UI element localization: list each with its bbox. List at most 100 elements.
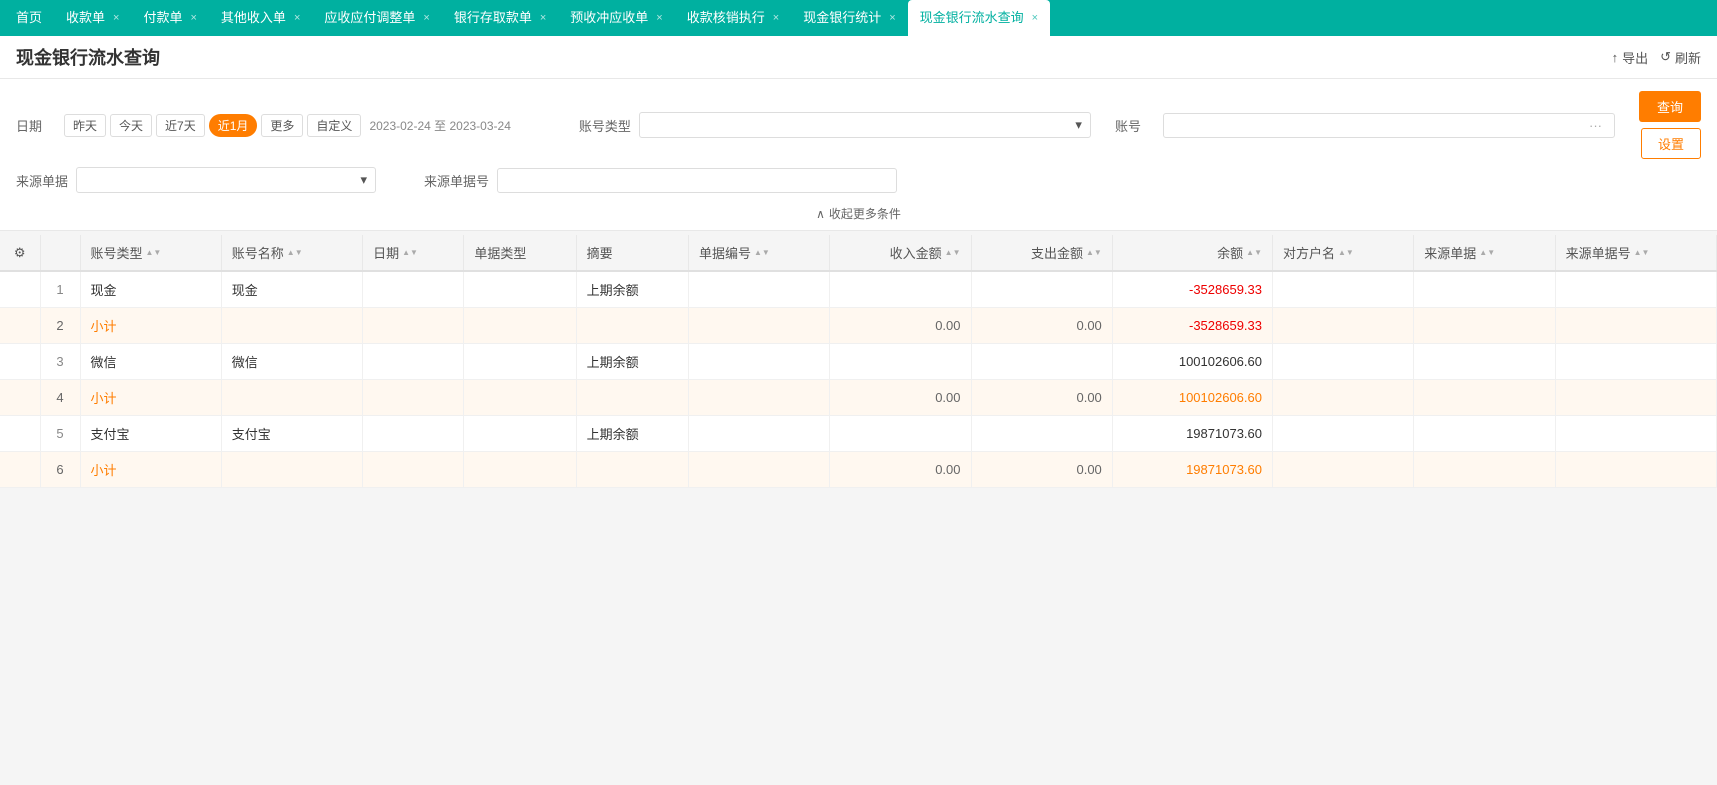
close-icon[interactable]: ×: [773, 0, 779, 36]
source-doc-dropdown-icon: ▾: [360, 172, 367, 188]
sort-expense: ▲▼: [1086, 249, 1102, 257]
close-icon[interactable]: ×: [423, 0, 429, 36]
filter-area: 日期 昨天 今天 近7天 近1月 更多 自定义 2023-02-24 至 202…: [0, 79, 1717, 231]
account-no-label: 账号: [1115, 116, 1155, 135]
row-balance: -3528659.33: [1112, 308, 1272, 344]
nav-item-银行存取款单[interactable]: 银行存取款单×: [442, 0, 558, 36]
th-income[interactable]: 收入金额▲▼: [830, 235, 971, 271]
nav-item-首页[interactable]: 首页: [4, 0, 54, 36]
date-btn-7days[interactable]: 近7天: [156, 114, 205, 137]
row-summary: 上期余额: [576, 416, 688, 452]
date-buttons: 昨天 今天 近7天 近1月 更多 自定义 2023-02-24 至 2023-0…: [64, 114, 511, 137]
row-doc-no: [688, 344, 829, 380]
nav-item-付款单[interactable]: 付款单×: [131, 0, 208, 36]
refresh-button[interactable]: ↺ 刷新: [1660, 48, 1701, 67]
nav-item-收款单[interactable]: 收款单×: [54, 0, 131, 36]
row-num: 6: [40, 452, 80, 488]
date-label: 日期: [16, 116, 56, 135]
row-source-doc: [1414, 452, 1555, 488]
sort-source-doc: ▲▼: [1479, 249, 1495, 257]
row-num: 2: [40, 308, 80, 344]
th-doc-type[interactable]: 单据类型: [464, 235, 576, 271]
account-type-select[interactable]: ▾: [639, 112, 1091, 138]
header-actions: ↑ 导出 ↺ 刷新: [1612, 48, 1701, 67]
row-gear-cell: [0, 416, 40, 452]
date-btn-yesterday[interactable]: 昨天: [64, 114, 106, 137]
source-doc-no-input[interactable]: [497, 168, 897, 193]
close-icon[interactable]: ×: [540, 0, 546, 36]
row-date: [363, 452, 464, 488]
row-num: 5: [40, 416, 80, 452]
close-icon[interactable]: ×: [656, 0, 662, 36]
row-source-doc-no: [1555, 271, 1716, 308]
row-counterparty: [1273, 308, 1414, 344]
row-date: [363, 344, 464, 380]
th-balance[interactable]: 余额▲▼: [1112, 235, 1272, 271]
th-doc-no[interactable]: 单据编号▲▼: [688, 235, 829, 271]
nav-item-应收应付调整单[interactable]: 应收应付调整单×: [312, 0, 441, 36]
date-range-text: 2023-02-24 至 2023-03-24: [369, 117, 510, 134]
refresh-icon: ↺: [1660, 49, 1671, 65]
query-button[interactable]: 查询: [1639, 91, 1701, 122]
table-row: 6 小计 0.00 0.00 19871073.60: [0, 452, 1717, 488]
nav-item-预收冲应收单[interactable]: 预收冲应收单×: [558, 0, 674, 36]
date-btn-today[interactable]: 今天: [110, 114, 152, 137]
th-summary[interactable]: 摘要: [576, 235, 688, 271]
row-gear-cell: [0, 380, 40, 416]
date-btn-1month[interactable]: 近1月: [209, 114, 258, 137]
row-doc-type: [464, 344, 576, 380]
settings-button[interactable]: 设置: [1641, 128, 1701, 159]
data-table: ⚙ 账号类型▲▼ 账号名称▲▼ 日期▲▼ 单据类型 摘要 单据编号▲▼: [0, 235, 1717, 488]
row-summary: [576, 452, 688, 488]
sort-date: ▲▼: [402, 249, 418, 257]
page-title: 现金银行流水查询: [16, 44, 160, 70]
th-account-type[interactable]: 账号类型▲▼: [80, 235, 221, 271]
row-balance: 100102606.60: [1112, 344, 1272, 380]
row-summary: 上期余额: [576, 271, 688, 308]
row-doc-type: [464, 416, 576, 452]
row-gear-cell: [0, 308, 40, 344]
th-gear[interactable]: ⚙: [0, 235, 40, 271]
close-icon[interactable]: ×: [294, 0, 300, 36]
row-counterparty: [1273, 452, 1414, 488]
nav-item-现金银行统计[interactable]: 现金银行统计×: [791, 0, 907, 36]
th-counterparty[interactable]: 对方户名▲▼: [1273, 235, 1414, 271]
row-doc-type: [464, 308, 576, 344]
sort-account-type: ▲▼: [146, 249, 162, 257]
row-account-type: 微信: [80, 344, 221, 380]
row-account-type: 现金: [80, 271, 221, 308]
th-source-doc-no[interactable]: 来源单据号▲▼: [1555, 235, 1716, 271]
close-icon[interactable]: ×: [889, 0, 895, 36]
row-account-name: [221, 380, 362, 416]
row-counterparty: [1273, 344, 1414, 380]
close-icon[interactable]: ×: [113, 0, 119, 36]
export-button[interactable]: ↑ 导出: [1612, 48, 1649, 67]
th-num: [40, 235, 80, 271]
close-icon[interactable]: ×: [1032, 0, 1038, 36]
row-income: 0.00: [830, 308, 971, 344]
account-no-dots[interactable]: ···: [1585, 118, 1606, 133]
table-row: 1 现金 现金 上期余额 -3528659.33: [0, 271, 1717, 308]
nav-item-现金银行流水查询[interactable]: 现金银行流水查询×: [908, 0, 1050, 36]
row-summary: [576, 308, 688, 344]
row-balance: -3528659.33: [1112, 271, 1272, 308]
table-body: 1 现金 现金 上期余额 -3528659.33 2 小计 0.00 0.00 …: [0, 271, 1717, 488]
collapse-button[interactable]: ∧ 收起更多条件: [816, 205, 901, 222]
source-doc-select[interactable]: ▾: [76, 167, 376, 193]
table-row: 4 小计 0.00 0.00 100102606.60: [0, 380, 1717, 416]
th-expense[interactable]: 支出金额▲▼: [971, 235, 1112, 271]
date-btn-custom[interactable]: 自定义: [307, 114, 361, 137]
row-summary: 上期余额: [576, 344, 688, 380]
row-balance: 19871073.60: [1112, 452, 1272, 488]
close-icon[interactable]: ×: [190, 0, 196, 36]
date-btn-more[interactable]: 更多: [261, 114, 303, 137]
th-source-doc[interactable]: 来源单据▲▼: [1414, 235, 1555, 271]
th-date[interactable]: 日期▲▼: [363, 235, 464, 271]
th-account-name[interactable]: 账号名称▲▼: [221, 235, 362, 271]
table-row: 2 小计 0.00 0.00 -3528659.33: [0, 308, 1717, 344]
nav-item-其他收入单[interactable]: 其他收入单×: [209, 0, 312, 36]
row-account-type: 小计: [80, 308, 221, 344]
row-account-name: 现金: [221, 271, 362, 308]
row-source-doc: [1414, 380, 1555, 416]
nav-item-收款核销执行[interactable]: 收款核销执行×: [675, 0, 791, 36]
